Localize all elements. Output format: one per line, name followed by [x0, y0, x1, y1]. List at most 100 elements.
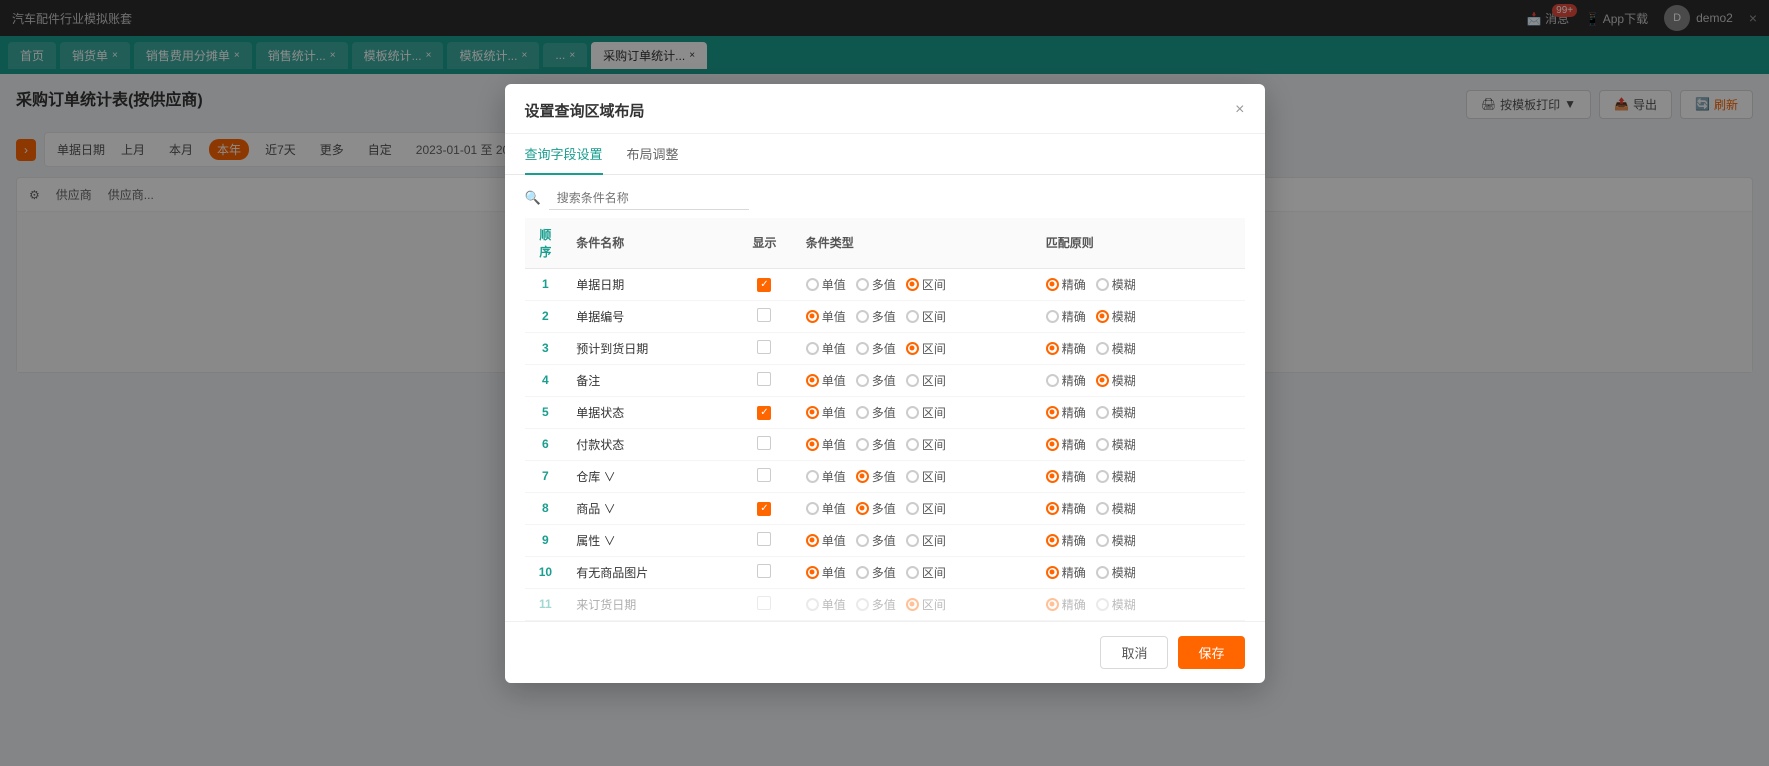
- radio-type-item[interactable]: 区间: [906, 276, 946, 293]
- radio-type-item[interactable]: 区间: [906, 340, 946, 357]
- cell-display[interactable]: [733, 332, 796, 364]
- cell-type[interactable]: 单值多值区间: [796, 428, 1036, 460]
- display-checkbox[interactable]: [757, 502, 771, 516]
- cell-display[interactable]: [733, 364, 796, 396]
- cell-type[interactable]: 单值多值区间: [796, 588, 1036, 620]
- radio-type-item[interactable]: 单值: [806, 500, 846, 517]
- radio-type-item[interactable]: 区间: [906, 308, 946, 325]
- cell-match[interactable]: 精确模糊: [1036, 588, 1245, 620]
- cell-display[interactable]: [733, 300, 796, 332]
- radio-type-item[interactable]: 多值: [856, 276, 896, 293]
- cell-match[interactable]: 精确模糊: [1036, 428, 1245, 460]
- radio-type-item[interactable]: 单值: [806, 404, 846, 421]
- radio-type-item[interactable]: 单值: [806, 532, 846, 549]
- radio-type-item[interactable]: 多值: [856, 596, 896, 613]
- cell-type[interactable]: 单值多值区间: [796, 332, 1036, 364]
- radio-type-item[interactable]: 多值: [856, 308, 896, 325]
- radio-type-item[interactable]: 多值: [856, 404, 896, 421]
- radio-type-item[interactable]: 单值: [806, 276, 846, 293]
- radio-type-item[interactable]: 单值: [806, 436, 846, 453]
- radio-match-item[interactable]: 模糊: [1096, 500, 1136, 517]
- display-checkbox[interactable]: [757, 532, 771, 546]
- radio-match-item[interactable]: 模糊: [1096, 276, 1136, 293]
- radio-match-item[interactable]: 精确: [1046, 436, 1086, 453]
- save-button[interactable]: 保存: [1178, 636, 1244, 669]
- cell-match[interactable]: 精确模糊: [1036, 332, 1245, 364]
- radio-type-item[interactable]: 多值: [856, 500, 896, 517]
- cell-type[interactable]: 单值多值区间: [796, 396, 1036, 428]
- cell-match[interactable]: 精确模糊: [1036, 492, 1245, 524]
- radio-match-item[interactable]: 模糊: [1096, 404, 1136, 421]
- radio-match-item[interactable]: 精确: [1046, 276, 1086, 293]
- radio-match-item[interactable]: 模糊: [1096, 532, 1136, 549]
- radio-type-item[interactable]: 区间: [906, 500, 946, 517]
- radio-type-item[interactable]: 单值: [806, 468, 846, 485]
- radio-type-item[interactable]: 区间: [906, 436, 946, 453]
- cell-match[interactable]: 精确模糊: [1036, 268, 1245, 300]
- radio-match-item[interactable]: 模糊: [1096, 564, 1136, 581]
- cell-type[interactable]: 单值多值区间: [796, 460, 1036, 492]
- radio-type-item[interactable]: 区间: [906, 564, 946, 581]
- cell-match[interactable]: 精确模糊: [1036, 460, 1245, 492]
- display-checkbox[interactable]: [757, 468, 771, 482]
- radio-match-item[interactable]: 模糊: [1096, 596, 1136, 613]
- cell-type[interactable]: 单值多值区间: [796, 268, 1036, 300]
- cancel-button[interactable]: 取消: [1100, 636, 1168, 669]
- display-checkbox[interactable]: [757, 308, 771, 322]
- cell-match[interactable]: 精确模糊: [1036, 300, 1245, 332]
- radio-match-item[interactable]: 精确: [1046, 404, 1086, 421]
- cell-match[interactable]: 精确模糊: [1036, 364, 1245, 396]
- radio-match-item[interactable]: 精确: [1046, 596, 1086, 613]
- cell-display[interactable]: [733, 396, 796, 428]
- radio-match-item[interactable]: 模糊: [1096, 340, 1136, 357]
- modal-close-button[interactable]: ×: [1235, 101, 1244, 119]
- radio-match-item[interactable]: 精确: [1046, 372, 1086, 389]
- display-checkbox[interactable]: [757, 406, 771, 420]
- radio-match-item[interactable]: 模糊: [1096, 372, 1136, 389]
- display-checkbox[interactable]: [757, 436, 771, 450]
- cell-display[interactable]: [733, 588, 796, 620]
- radio-type-item[interactable]: 区间: [906, 596, 946, 613]
- radio-match-item[interactable]: 精确: [1046, 564, 1086, 581]
- radio-match-item[interactable]: 精确: [1046, 340, 1086, 357]
- cell-match[interactable]: 精确模糊: [1036, 396, 1245, 428]
- radio-match-item[interactable]: 精确: [1046, 468, 1086, 485]
- cell-match[interactable]: 精确模糊: [1036, 524, 1245, 556]
- radio-type-item[interactable]: 单值: [806, 564, 846, 581]
- cell-display[interactable]: [733, 524, 796, 556]
- radio-type-item[interactable]: 单值: [806, 340, 846, 357]
- radio-type-item[interactable]: 区间: [906, 468, 946, 485]
- radio-type-item[interactable]: 单值: [806, 372, 846, 389]
- radio-type-item[interactable]: 多值: [856, 340, 896, 357]
- radio-match-item[interactable]: 精确: [1046, 308, 1086, 325]
- radio-match-item[interactable]: 精确: [1046, 500, 1086, 517]
- tab-query-fields[interactable]: 查询字段设置: [525, 134, 603, 175]
- radio-type-item[interactable]: 多值: [856, 564, 896, 581]
- display-checkbox[interactable]: [757, 596, 771, 610]
- tab-layout-adjust[interactable]: 布局调整: [627, 134, 679, 175]
- cell-display[interactable]: [733, 268, 796, 300]
- display-checkbox[interactable]: [757, 278, 771, 292]
- cell-match[interactable]: 精确模糊: [1036, 556, 1245, 588]
- radio-type-item[interactable]: 单值: [806, 308, 846, 325]
- radio-type-item[interactable]: 多值: [856, 372, 896, 389]
- radio-type-item[interactable]: 区间: [906, 532, 946, 549]
- radio-type-item[interactable]: 区间: [906, 372, 946, 389]
- radio-match-item[interactable]: 精确: [1046, 532, 1086, 549]
- radio-match-item[interactable]: 模糊: [1096, 308, 1136, 325]
- cell-type[interactable]: 单值多值区间: [796, 524, 1036, 556]
- radio-type-item[interactable]: 多值: [856, 532, 896, 549]
- display-checkbox[interactable]: [757, 564, 771, 578]
- radio-match-item[interactable]: 模糊: [1096, 468, 1136, 485]
- cell-display[interactable]: [733, 428, 796, 460]
- radio-type-item[interactable]: 区间: [906, 404, 946, 421]
- cell-type[interactable]: 单值多值区间: [796, 300, 1036, 332]
- cell-type[interactable]: 单值多值区间: [796, 364, 1036, 396]
- display-checkbox[interactable]: [757, 340, 771, 354]
- radio-type-item[interactable]: 多值: [856, 468, 896, 485]
- cell-display[interactable]: [733, 460, 796, 492]
- display-checkbox[interactable]: [757, 372, 771, 386]
- cell-type[interactable]: 单值多值区间: [796, 556, 1036, 588]
- cell-type[interactable]: 单值多值区间: [796, 492, 1036, 524]
- cell-display[interactable]: [733, 492, 796, 524]
